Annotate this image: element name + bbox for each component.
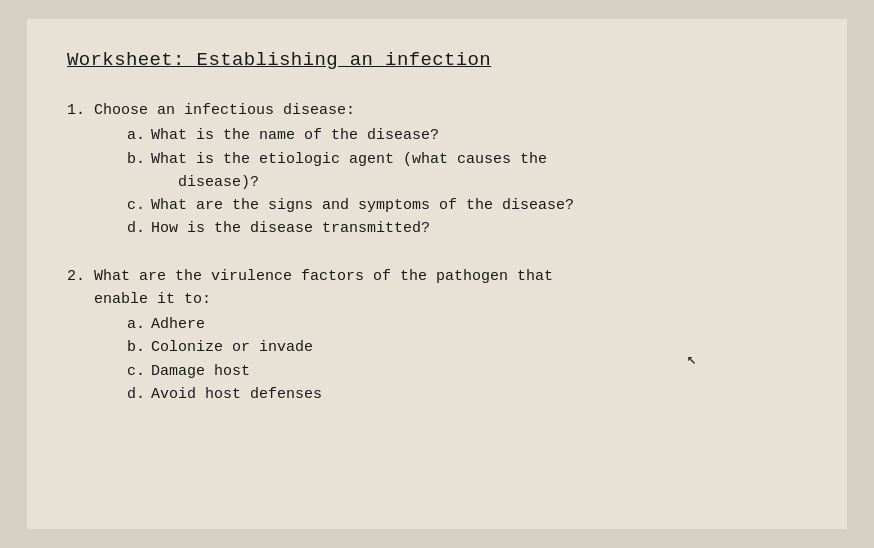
question-2-number: 2. bbox=[67, 268, 94, 285]
question-1-text: 1. Choose an infectious disease: bbox=[67, 99, 807, 122]
q2-sub-c-text: Damage host bbox=[151, 360, 250, 383]
q2-sub-b-text: Colonize or invade bbox=[151, 336, 313, 359]
q1-sub-d-label: d. bbox=[127, 217, 147, 240]
q2-sub-a: a. Adhere bbox=[127, 313, 807, 336]
question-1-sub-items: a. What is the name of the disease? b. W… bbox=[127, 124, 807, 240]
question-2: 2. What are the virulence factors of the… bbox=[67, 265, 807, 407]
question-2-text: 2. What are the virulence factors of the… bbox=[67, 265, 807, 312]
question-1-number: 1. bbox=[67, 102, 94, 119]
q1-sub-d: d. How is the disease transmitted? bbox=[127, 217, 807, 240]
q1-sub-c-text: What are the signs and symptoms of the d… bbox=[151, 194, 574, 217]
q1-sub-a: a. What is the name of the disease? bbox=[127, 124, 807, 147]
page-title: Worksheet: Establishing an infection bbox=[67, 49, 807, 71]
q1-sub-c-label: c. bbox=[127, 194, 147, 217]
q1-sub-b-text: What is the etiologic agent (what causes… bbox=[151, 148, 547, 195]
q2-sub-c-label: c. bbox=[127, 360, 147, 383]
q1-sub-b: b. What is the etiologic agent (what cau… bbox=[127, 148, 807, 195]
q1-sub-a-text: What is the name of the disease? bbox=[151, 124, 439, 147]
q2-sub-b: b. Colonize or invade bbox=[127, 336, 807, 359]
worksheet-page: Worksheet: Establishing an infection 1. … bbox=[27, 19, 847, 529]
q2-sub-c: c. Damage host bbox=[127, 360, 807, 383]
q2-sub-b-label: b. bbox=[127, 336, 147, 359]
q2-sub-a-text: Adhere bbox=[151, 313, 205, 336]
q1-sub-b-label: b. bbox=[127, 148, 147, 195]
q2-sub-d-text: Avoid host defenses bbox=[151, 383, 322, 406]
q2-sub-d-label: d. bbox=[127, 383, 147, 406]
q1-sub-c: c. What are the signs and symptoms of th… bbox=[127, 194, 807, 217]
q1-sub-d-text: How is the disease transmitted? bbox=[151, 217, 430, 240]
question-1: 1. Choose an infectious disease: a. What… bbox=[67, 99, 807, 241]
q2-sub-d: d. Avoid host defenses bbox=[127, 383, 807, 406]
q1-sub-a-label: a. bbox=[127, 124, 147, 147]
question-2-sub-items: a. Adhere b. Colonize or invade c. Damag… bbox=[127, 313, 807, 406]
question-1-body: Choose an infectious disease: bbox=[94, 102, 355, 119]
question-2-body: What are the virulence factors of the pa… bbox=[67, 268, 553, 308]
q2-sub-a-label: a. bbox=[127, 313, 147, 336]
